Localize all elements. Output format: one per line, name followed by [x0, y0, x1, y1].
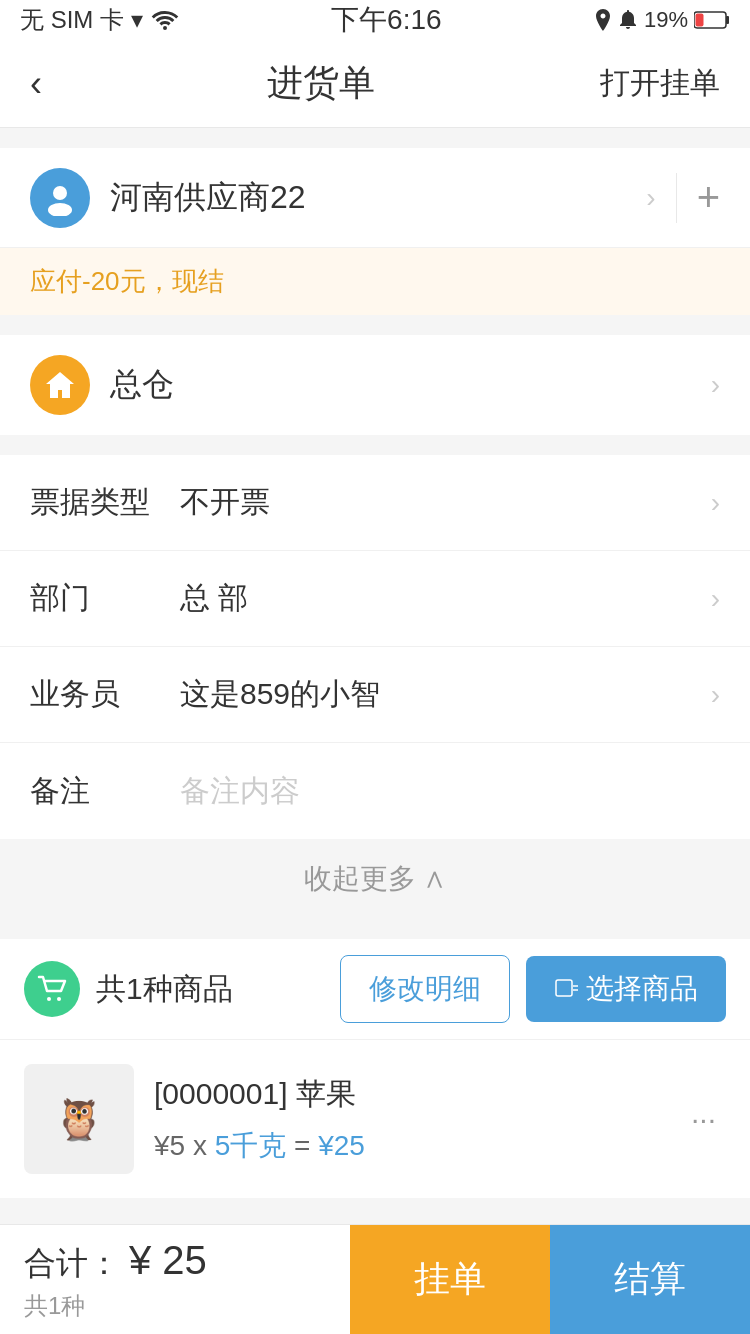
status-bar: 无 SIM 卡 ▾ 下午6:16 19% [0, 0, 750, 40]
warehouse-section[interactable]: 总仓 › [0, 335, 750, 435]
product-thumbnail: 🦉 [24, 1064, 134, 1174]
product-count: 共1种商品 [96, 969, 324, 1010]
invoice-chevron-icon: › [711, 487, 720, 519]
total-label: 合计： [24, 1245, 120, 1281]
back-button[interactable]: ‹ [30, 63, 42, 105]
invoice-row[interactable]: 票据类型 不开票 › [0, 455, 750, 551]
svg-point-3 [53, 186, 67, 200]
svg-rect-1 [726, 16, 729, 24]
collapse-bar[interactable]: 收起更多 ∧ [0, 839, 750, 919]
gap-2 [0, 315, 750, 335]
svg-rect-7 [556, 980, 572, 996]
status-right: 19% [594, 7, 730, 33]
battery-text: 19% [644, 7, 688, 33]
add-button[interactable]: + [697, 175, 720, 220]
total-amount-value: ¥ 25 [129, 1238, 207, 1282]
product-icon [24, 961, 80, 1017]
salesperson-row[interactable]: 业务员 这是859的小智 › [0, 647, 750, 743]
gap-1 [0, 128, 750, 148]
warehouse-name: 总仓 [110, 363, 711, 407]
invoice-value: 不开票 [180, 482, 711, 523]
collapse-label: 收起更多 ∧ [304, 860, 447, 898]
equals-sign: = [294, 1130, 318, 1161]
gap-4 [0, 919, 750, 939]
department-chevron-icon: › [711, 583, 720, 615]
status-time: 下午6:16 [331, 1, 442, 39]
svg-point-6 [57, 997, 61, 1001]
product-item: 🦉 [0000001] 苹果 ¥5 x 5千克 = ¥25 ··· [0, 1039, 750, 1198]
supplier-name: 河南供应商22 [110, 176, 646, 220]
wifi-icon [151, 10, 179, 30]
remark-row[interactable]: 备注 备注内容 [0, 743, 750, 839]
select-product-button[interactable]: 选择商品 [526, 956, 726, 1022]
supplier-section: 河南供应商22 › + 应付-20元，现结 [0, 148, 750, 315]
salesperson-label: 业务员 [30, 674, 180, 715]
price-x: x [193, 1130, 215, 1161]
svg-point-4 [48, 203, 72, 216]
supplier-avatar [30, 168, 90, 228]
cart-icon [37, 975, 67, 1003]
supplier-row[interactable]: 河南供应商22 › + [0, 148, 750, 248]
location-icon [594, 9, 612, 31]
department-value: 总 部 [180, 578, 711, 619]
product-title: [0000001] 苹果 [154, 1074, 661, 1115]
product-price: ¥5 x 5千克 = ¥25 [154, 1127, 661, 1165]
person-icon [42, 180, 78, 216]
product-header: 共1种商品 修改明细 选择商品 [0, 939, 750, 1039]
remark-label: 备注 [30, 771, 180, 812]
hang-button[interactable]: 挂单 [350, 1225, 550, 1335]
total-count: 共1种 [24, 1290, 326, 1322]
gap-3 [0, 435, 750, 455]
warehouse-row[interactable]: 总仓 › [0, 335, 750, 435]
salesperson-value: 这是859的小智 [180, 674, 711, 715]
signal-text: 无 SIM 卡 ▾ [20, 4, 143, 36]
notice-bar: 应付-20元，现结 [0, 248, 750, 315]
product-info: [0000001] 苹果 ¥5 x 5千克 = ¥25 [154, 1074, 661, 1165]
total-value: ¥25 [318, 1130, 365, 1161]
alarm-icon [618, 9, 638, 31]
nav-bar: ‹ 进货单 打开挂单 [0, 40, 750, 128]
bottom-total: 合计： ¥ 25 共1种 [0, 1238, 350, 1322]
department-row[interactable]: 部门 总 部 › [0, 551, 750, 647]
svg-point-5 [47, 997, 51, 1001]
supplier-divider [676, 173, 677, 223]
form-section: 票据类型 不开票 › 部门 总 部 › 业务员 这是859的小智 › 备注 备注… [0, 455, 750, 839]
battery-icon [694, 11, 730, 29]
status-left: 无 SIM 卡 ▾ [20, 4, 179, 36]
price-value: ¥5 [154, 1130, 185, 1161]
salesperson-chevron-icon: › [711, 679, 720, 711]
warehouse-icon [30, 355, 90, 415]
department-label: 部门 [30, 578, 180, 619]
edit-detail-button[interactable]: 修改明细 [340, 955, 510, 1023]
page-title: 进货单 [267, 59, 375, 108]
quantity-value: 5千克 [215, 1130, 287, 1161]
product-thumb-icon: 🦉 [54, 1096, 104, 1143]
more-button[interactable]: ··· [681, 1092, 726, 1146]
supplier-chevron-icon: › [646, 182, 655, 214]
bottom-bar: 合计： ¥ 25 共1种 挂单 结算 [0, 1224, 750, 1334]
checkout-button[interactable]: 结算 [550, 1225, 750, 1335]
invoice-label: 票据类型 [30, 482, 180, 523]
select-product-label: 选择商品 [586, 970, 698, 1008]
select-product-icon [554, 977, 578, 1001]
open-hang-button[interactable]: 打开挂单 [600, 63, 720, 104]
total-amount: 合计： ¥ 25 [24, 1238, 326, 1286]
warehouse-chevron-icon: › [711, 369, 720, 401]
remark-input[interactable]: 备注内容 [180, 771, 720, 812]
svg-rect-2 [696, 14, 704, 27]
home-icon [44, 370, 76, 400]
